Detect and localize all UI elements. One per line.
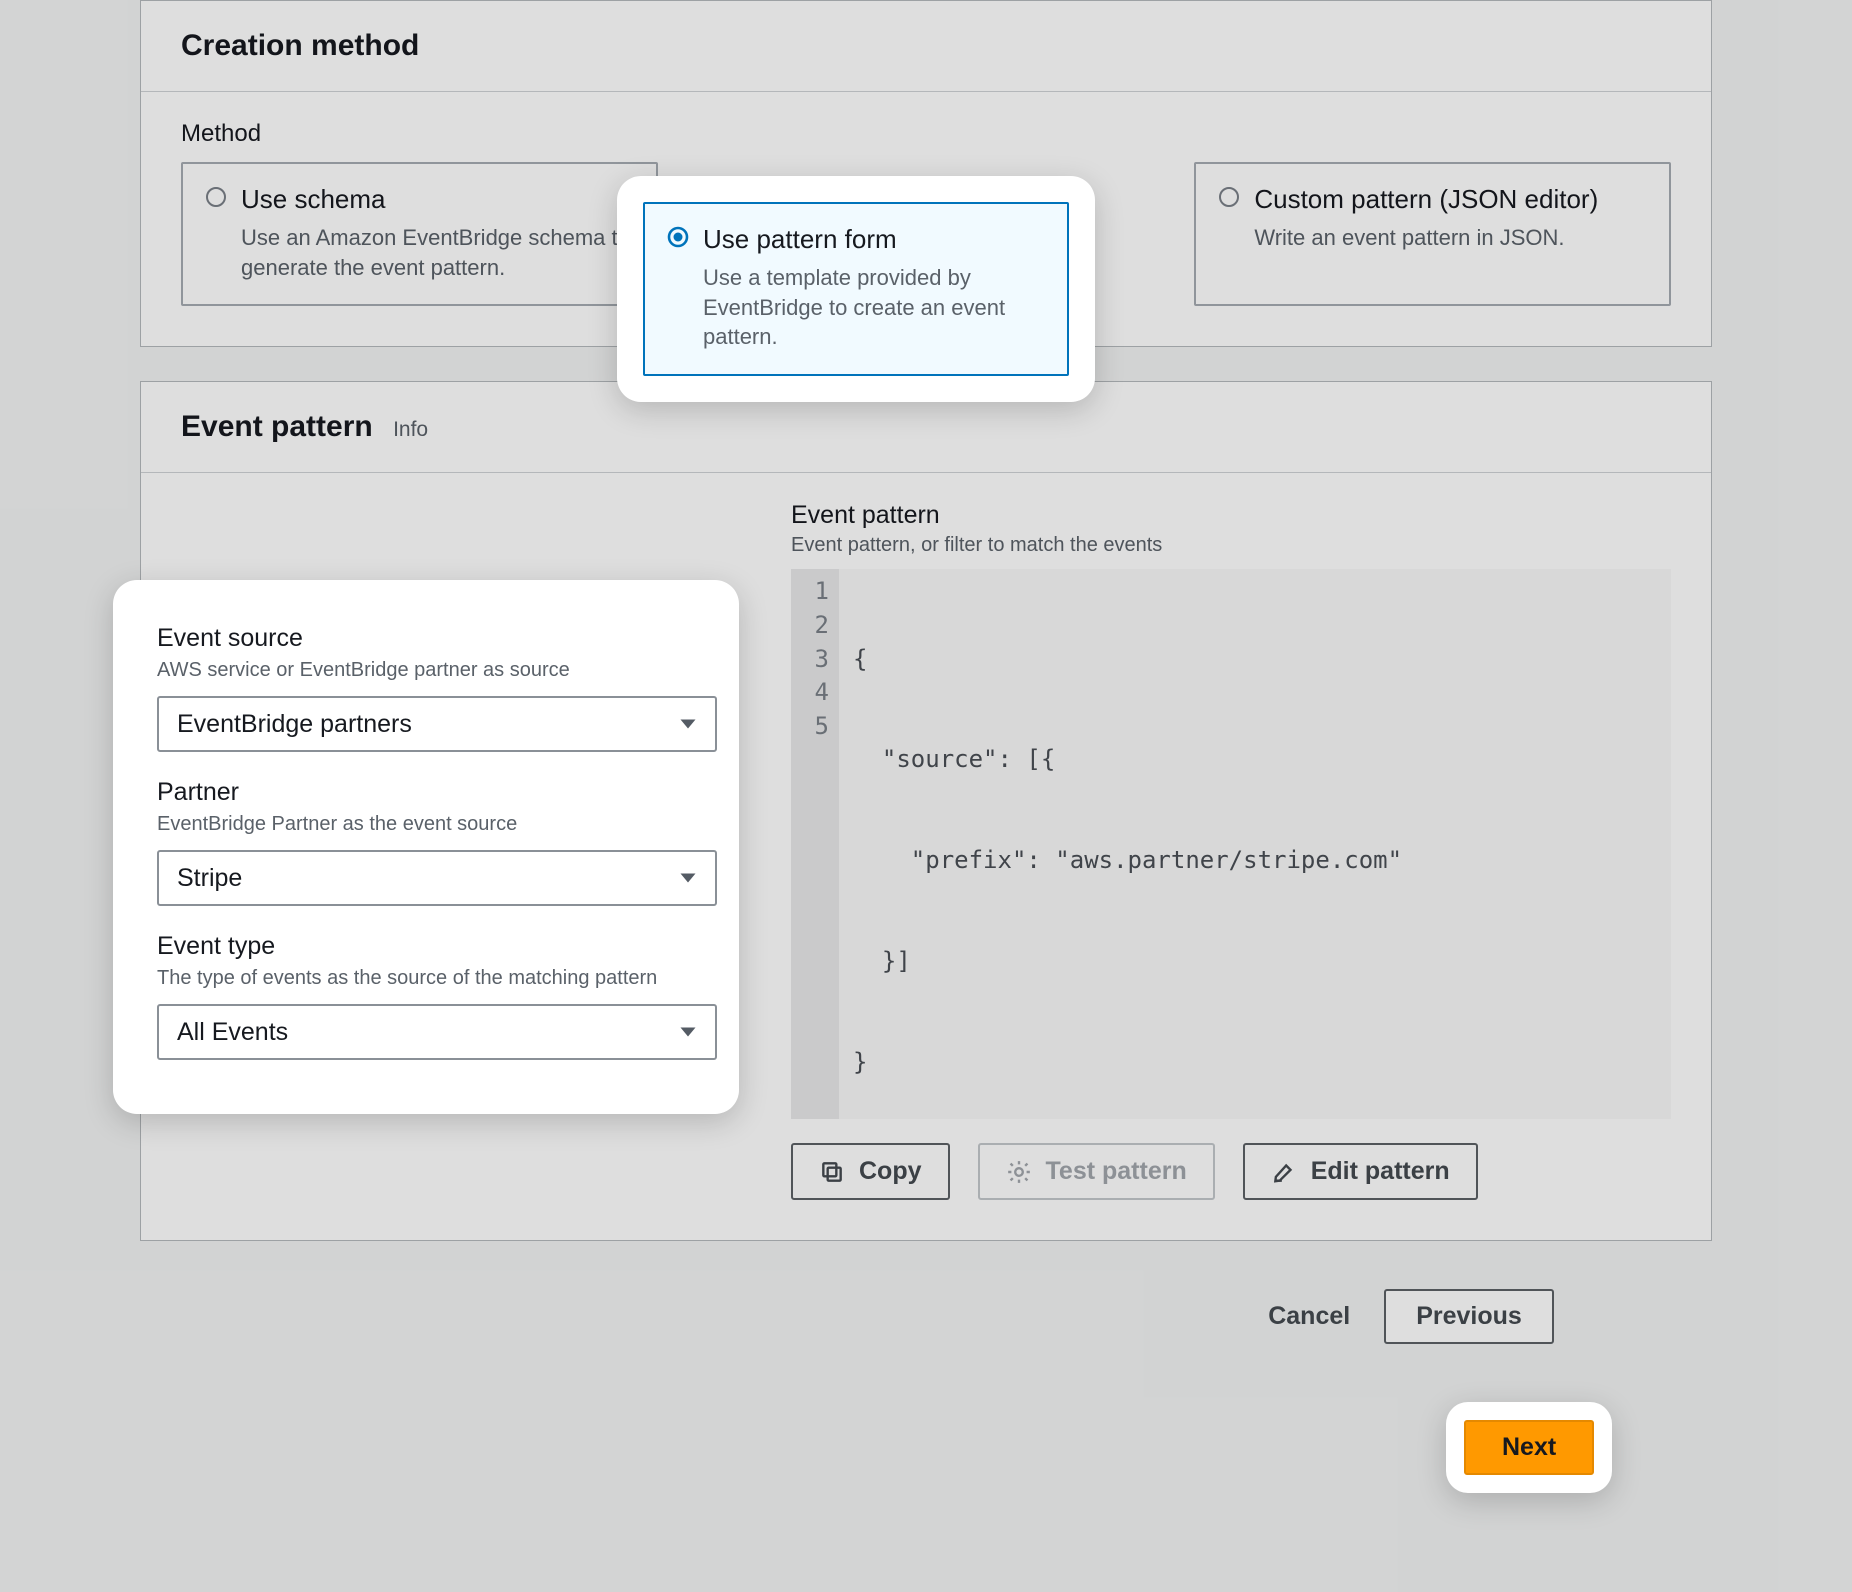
code-line: "source": [{ <box>853 743 1402 777</box>
event-source-group: Event source AWS service or EventBridge … <box>157 624 695 752</box>
event-type-group: Event type The type of events as the sou… <box>157 932 695 1060</box>
method-option-title: Custom pattern (JSON editor) <box>1254 184 1598 215</box>
line-number: 3 <box>801 643 829 677</box>
line-number: 4 <box>801 676 829 710</box>
highlight-next: Next <box>1446 1402 1612 1493</box>
code-hint: Event pattern, or filter to match the ev… <box>791 534 1671 557</box>
method-option-schema[interactable]: Use schema Use an Amazon EventBridge sch… <box>181 162 658 306</box>
code-line: }] <box>853 945 1402 979</box>
method-option-custom[interactable]: Custom pattern (JSON editor) Write an ev… <box>1194 162 1671 306</box>
copy-button[interactable]: Copy <box>791 1143 950 1200</box>
wizard-footer: Cancel Previous Next <box>140 1275 1712 1358</box>
event-type-label: Event type <box>157 932 695 961</box>
method-label: Method <box>181 120 1671 148</box>
line-number: 1 <box>801 575 829 609</box>
line-number: 2 <box>801 609 829 643</box>
previous-button[interactable]: Previous <box>1384 1289 1554 1344</box>
test-pattern-button: Test pattern <box>978 1143 1215 1200</box>
radio-unselected-icon <box>205 186 227 208</box>
creation-method-heading: Creation method <box>181 29 1671 63</box>
copy-icon <box>819 1159 845 1185</box>
edit-icon <box>1271 1159 1297 1185</box>
chevron-down-icon <box>679 869 697 887</box>
highlight-source-form: Event source AWS service or EventBridge … <box>113 580 739 1114</box>
cancel-button[interactable]: Cancel <box>1262 1302 1356 1331</box>
gear-icon <box>1006 1159 1032 1185</box>
line-number: 5 <box>801 710 829 744</box>
method-option-title: Use schema <box>241 184 634 215</box>
edit-label: Edit pattern <box>1311 1157 1450 1186</box>
method-option-desc: Use an Amazon EventBridge schema to gene… <box>241 223 634 282</box>
event-type-value: All Events <box>177 1018 288 1047</box>
chevron-down-icon <box>679 715 697 733</box>
partner-group: Partner EventBridge Partner as the event… <box>157 778 695 906</box>
partner-label: Partner <box>157 778 695 807</box>
partner-select[interactable]: Stripe <box>157 850 717 906</box>
event-pattern-heading: Event pattern Info <box>181 410 1671 444</box>
code-label: Event pattern <box>791 501 1671 530</box>
event-source-label: Event source <box>157 624 695 653</box>
code-actions: Copy Test pattern <box>791 1143 1671 1200</box>
copy-label: Copy <box>859 1157 922 1186</box>
next-button[interactable]: Next <box>1464 1420 1594 1475</box>
event-source-value: EventBridge partners <box>177 710 412 739</box>
code-line: "prefix": "aws.partner/stripe.com" <box>853 844 1402 878</box>
method-option-title: Use pattern form <box>703 224 1045 255</box>
test-label: Test pattern <box>1046 1157 1187 1186</box>
radio-unselected-icon <box>1218 186 1240 208</box>
radio-selected-icon <box>667 226 689 248</box>
code-line: { <box>853 643 1402 677</box>
code-gutter: 1 2 3 4 5 <box>791 569 839 1119</box>
code-line: } <box>853 1046 1402 1080</box>
event-source-select[interactable]: EventBridge partners <box>157 696 717 752</box>
edit-pattern-button[interactable]: Edit pattern <box>1243 1143 1478 1200</box>
code-lines: { "source": [{ "prefix": "aws.partner/st… <box>839 569 1416 1119</box>
event-source-hint: AWS service or EventBridge partner as so… <box>157 657 695 684</box>
method-option-desc: Write an event pattern in JSON. <box>1254 223 1598 253</box>
info-link[interactable]: Info <box>393 418 428 441</box>
method-option-pattern-form[interactable]: Use pattern form Use a template provided… <box>643 202 1069 376</box>
event-pattern-heading-text: Event pattern <box>181 410 373 443</box>
code-editor[interactable]: 1 2 3 4 5 { "source": [{ "prefix": "aws.… <box>791 569 1671 1119</box>
highlight-pattern-form: Use pattern form Use a template provided… <box>617 176 1095 402</box>
code-column: Event pattern Event pattern, or filter t… <box>791 501 1671 1200</box>
partner-value: Stripe <box>177 864 242 893</box>
method-option-desc: Use a template provided by EventBridge t… <box>703 263 1045 352</box>
partner-hint: EventBridge Partner as the event source <box>157 811 695 838</box>
event-type-hint: The type of events as the source of the … <box>157 965 695 992</box>
event-type-select[interactable]: All Events <box>157 1004 717 1060</box>
chevron-down-icon <box>679 1023 697 1041</box>
